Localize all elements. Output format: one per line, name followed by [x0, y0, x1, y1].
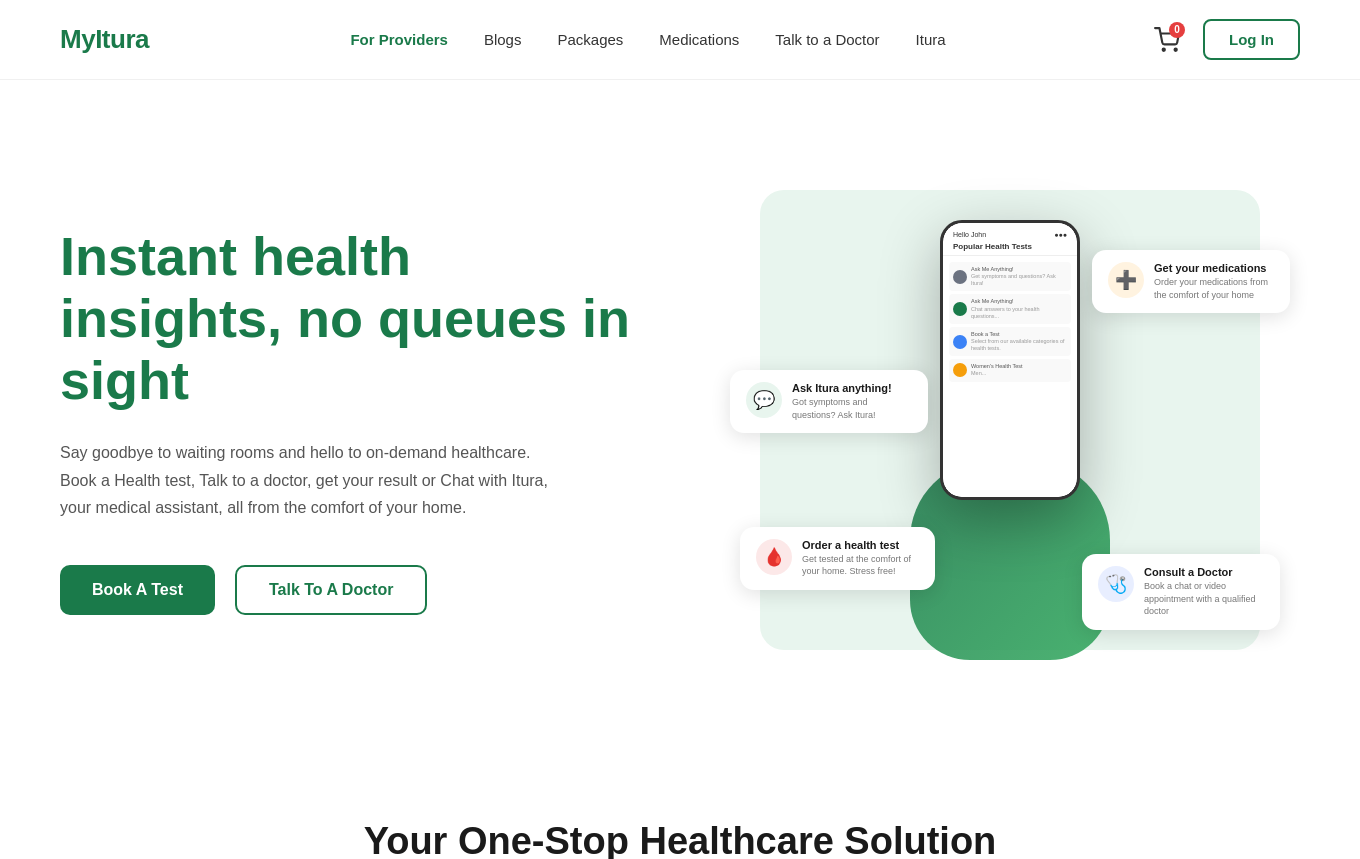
bottom-section: Your One-Stop Healthcare Solution: [0, 760, 1360, 859]
logo[interactable]: MyItura: [60, 24, 149, 55]
header-right: 0 Log In: [1147, 19, 1300, 60]
svg-point-1: [1175, 48, 1177, 50]
nav-medications[interactable]: Medications: [659, 31, 739, 48]
consult-card-desc: Book a chat or video appointment with a …: [1144, 580, 1264, 618]
consult-icon: 🩺: [1098, 566, 1134, 602]
test-card-title: Order a health test: [802, 539, 919, 551]
phone-header: Hello John ●●● Popular Health Tests: [943, 223, 1077, 256]
meds-card-title: Get your medications: [1154, 262, 1274, 274]
phone-item-text: Book a TestSelect from our available cat…: [971, 331, 1067, 352]
ask-card-title: Ask Itura anything!: [792, 382, 912, 394]
phone-item-text: Women's Health TestMen...: [971, 363, 1023, 377]
feature-card-meds: ➕ Get your medications Order your medica…: [1092, 250, 1290, 313]
phone-item: Ask Me Anything!Get symptoms and questio…: [949, 262, 1071, 291]
phone-item-text: Ask Me Anything!Get symptoms and questio…: [971, 266, 1067, 287]
phone-user: Hello John: [953, 231, 986, 238]
phone-status: Hello John ●●●: [953, 231, 1067, 238]
phone-mockup: Hello John ●●● Popular Health Tests Ask …: [940, 220, 1080, 500]
phone-item-avatar: [953, 302, 967, 316]
hero-buttons: Book A Test Talk To A Doctor: [60, 565, 640, 615]
phone-content: Ask Me Anything!Get symptoms and questio…: [943, 256, 1077, 497]
header: MyItura For Providers Blogs Packages Med…: [0, 0, 1360, 80]
feature-card-consult: 🩺 Consult a Doctor Book a chat or video …: [1082, 554, 1280, 630]
hero-section: Instant health insights, no queues in si…: [0, 80, 1360, 760]
nav-itura[interactable]: Itura: [916, 31, 946, 48]
test-icon: 🩸: [756, 539, 792, 575]
hero-right: Hello John ●●● Popular Health Tests Ask …: [720, 190, 1300, 650]
phone-time: ●●●: [1054, 231, 1067, 238]
hero-subtitle: Say goodbye to waiting rooms and hello t…: [60, 439, 560, 521]
ask-card-text: Ask Itura anything! Got symptoms and que…: [792, 382, 912, 421]
login-button[interactable]: Log In: [1203, 19, 1300, 60]
test-card-desc: Get tested at the comfort of your home. …: [802, 553, 919, 578]
phone-item: Women's Health TestMen...: [949, 359, 1071, 381]
hero-image-container: Hello John ●●● Popular Health Tests Ask …: [760, 190, 1260, 650]
logo-text2: Itura: [95, 24, 149, 54]
test-card-text: Order a health test Get tested at the co…: [802, 539, 919, 578]
nav-talk-to-doctor[interactable]: Talk to a Doctor: [775, 31, 879, 48]
phone-item-avatar: [953, 363, 967, 377]
logo-text1: My: [60, 24, 95, 54]
phone-item-text: Ask Me Anything!Chat answers to your hea…: [971, 298, 1067, 319]
nav-packages[interactable]: Packages: [557, 31, 623, 48]
cart-button[interactable]: 0: [1147, 20, 1187, 60]
nav-blogs[interactable]: Blogs: [484, 31, 522, 48]
talk-to-doctor-button[interactable]: Talk To A Doctor: [235, 565, 427, 615]
feature-card-test: 🩸 Order a health test Get tested at the …: [740, 527, 935, 590]
phone-title: Popular Health Tests: [953, 242, 1067, 251]
bottom-title: Your One-Stop Healthcare Solution: [60, 820, 1300, 859]
book-test-button[interactable]: Book A Test: [60, 565, 215, 615]
main-nav: For Providers Blogs Packages Medications…: [350, 31, 945, 48]
phone-item: Book a TestSelect from our available cat…: [949, 327, 1071, 356]
feature-card-ask: 💬 Ask Itura anything! Got symptoms and q…: [730, 370, 928, 433]
meds-card-text: Get your medications Order your medicati…: [1154, 262, 1274, 301]
hero-left: Instant health insights, no queues in si…: [60, 225, 640, 615]
consult-card-text: Consult a Doctor Book a chat or video ap…: [1144, 566, 1264, 618]
meds-icon: ➕: [1108, 262, 1144, 298]
ask-icon: 💬: [746, 382, 782, 418]
meds-card-desc: Order your medications from the comfort …: [1154, 276, 1274, 301]
nav-for-providers[interactable]: For Providers: [350, 31, 448, 48]
svg-point-0: [1163, 48, 1165, 50]
phone-item-avatar: [953, 270, 967, 284]
phone-screen: Hello John ●●● Popular Health Tests Ask …: [943, 223, 1077, 497]
phone-item: Ask Me Anything!Chat answers to your hea…: [949, 294, 1071, 323]
ask-card-desc: Got symptoms and questions? Ask Itura!: [792, 396, 912, 421]
hero-title: Instant health insights, no queues in si…: [60, 225, 640, 411]
phone-item-avatar: [953, 335, 967, 349]
cart-badge: 0: [1169, 22, 1185, 38]
consult-card-title: Consult a Doctor: [1144, 566, 1264, 578]
